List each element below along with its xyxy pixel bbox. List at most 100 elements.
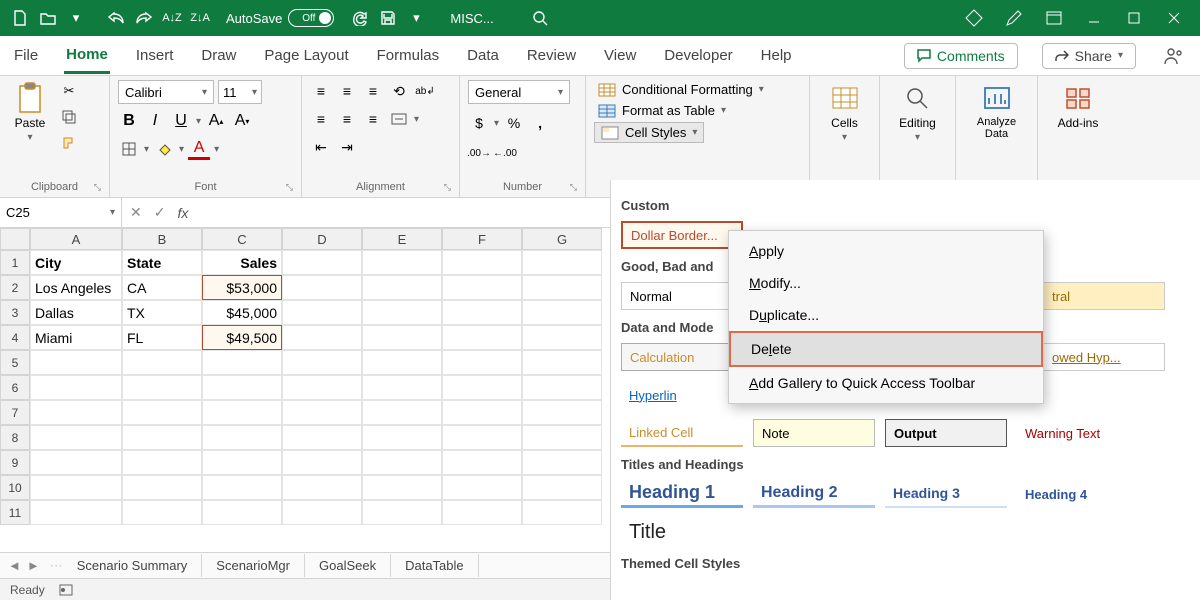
cell[interactable] <box>522 300 602 325</box>
cell[interactable] <box>282 400 362 425</box>
cell[interactable] <box>362 425 442 450</box>
cells-button[interactable]: Cells▾ <box>823 80 867 145</box>
cell[interactable] <box>522 425 602 450</box>
wrap-text-icon[interactable]: ab↲ <box>414 80 436 102</box>
cell[interactable] <box>282 500 362 525</box>
cell[interactable] <box>362 400 442 425</box>
undo-icon[interactable] <box>104 6 128 30</box>
cell[interactable] <box>442 475 522 500</box>
minimize-icon[interactable] <box>1076 0 1112 36</box>
row-header[interactable]: 6 <box>0 375 30 400</box>
row-header[interactable]: 10 <box>0 475 30 500</box>
tab-page-layout[interactable]: Page Layout <box>262 39 350 72</box>
cell[interactable] <box>522 475 602 500</box>
style-calculation[interactable]: Calculation <box>621 343 743 371</box>
tab-data[interactable]: Data <box>465 39 501 72</box>
sheet-tab[interactable]: GoalSeek <box>305 554 391 577</box>
format-painter-icon[interactable] <box>58 132 80 154</box>
cell[interactable] <box>30 450 122 475</box>
cell[interactable]: City <box>30 250 122 275</box>
col-header[interactable]: F <box>442 228 522 250</box>
style-note[interactable]: Note <box>753 419 875 447</box>
pencil-icon[interactable] <box>996 0 1032 36</box>
cell[interactable] <box>202 475 282 500</box>
cell[interactable] <box>202 500 282 525</box>
ribbon-display-icon[interactable] <box>1036 0 1072 36</box>
cell[interactable] <box>442 375 522 400</box>
align-right-icon[interactable]: ≡ <box>362 108 384 130</box>
refresh-icon[interactable] <box>348 6 372 30</box>
cell[interactable] <box>442 300 522 325</box>
enter-icon[interactable]: ✓ <box>154 204 166 221</box>
align-top-icon[interactable]: ≡ <box>310 80 332 102</box>
cell-styles-button[interactable]: Cell Styles▾ <box>594 122 704 143</box>
cell[interactable] <box>442 500 522 525</box>
cell[interactable] <box>442 275 522 300</box>
cell[interactable] <box>30 475 122 500</box>
borders-icon[interactable] <box>118 138 140 160</box>
cell[interactable] <box>202 350 282 375</box>
save-icon[interactable] <box>376 6 400 30</box>
style-warning[interactable]: Warning Text <box>1017 419 1139 447</box>
cell[interactable] <box>362 350 442 375</box>
cell[interactable]: Miami <box>30 325 122 350</box>
cell[interactable] <box>282 350 362 375</box>
row-header[interactable]: 1 <box>0 250 30 275</box>
launcher-icon[interactable]: ⤡ <box>570 182 577 193</box>
conditional-formatting-button[interactable]: Conditional Formatting▾ <box>594 80 768 99</box>
analyze-data-button[interactable]: Analyze Data <box>964 80 1029 142</box>
row-header[interactable]: 7 <box>0 400 30 425</box>
col-header[interactable]: G <box>522 228 602 250</box>
cell[interactable] <box>442 400 522 425</box>
style-heading2[interactable]: Heading 2 <box>753 480 875 508</box>
cell[interactable] <box>202 375 282 400</box>
new-file-icon[interactable] <box>8 6 32 30</box>
cell[interactable] <box>282 300 362 325</box>
cell[interactable] <box>522 375 602 400</box>
cell[interactable] <box>522 350 602 375</box>
underline-button[interactable]: U <box>170 110 192 132</box>
col-header[interactable]: D <box>282 228 362 250</box>
search-icon[interactable] <box>528 6 552 30</box>
inc-decimal-icon[interactable]: .00→ <box>468 142 490 164</box>
align-left-icon[interactable]: ≡ <box>310 108 332 130</box>
tab-file[interactable]: File <box>12 39 40 72</box>
cell[interactable] <box>282 375 362 400</box>
cell[interactable] <box>442 450 522 475</box>
qat-dropdown-icon[interactable]: ▾ <box>64 6 88 30</box>
comma-icon[interactable]: , <box>529 112 551 134</box>
addins-button[interactable]: Add-ins <box>1052 80 1105 132</box>
tab-formulas[interactable]: Formulas <box>375 39 442 72</box>
cell[interactable] <box>30 375 122 400</box>
cell[interactable] <box>122 375 202 400</box>
autosave[interactable]: AutoSave Off <box>226 9 334 27</box>
row-header[interactable]: 5 <box>0 350 30 375</box>
cancel-icon[interactable]: ✕ <box>130 204 142 221</box>
cell[interactable] <box>362 450 442 475</box>
style-neutral[interactable]: tral <box>1043 282 1165 310</box>
style-title[interactable]: Title <box>621 518 671 546</box>
redo-icon[interactable] <box>132 6 156 30</box>
cell[interactable] <box>522 275 602 300</box>
style-hyperlink[interactable]: Hyperlin <box>621 381 681 409</box>
tab-help[interactable]: Help <box>759 39 794 72</box>
cell[interactable] <box>362 475 442 500</box>
align-center-icon[interactable]: ≡ <box>336 108 358 130</box>
cell[interactable]: Sales <box>202 250 282 275</box>
cell[interactable] <box>362 375 442 400</box>
style-heading4[interactable]: Heading 4 <box>1017 480 1139 508</box>
maximize-icon[interactable] <box>1116 0 1152 36</box>
cell[interactable] <box>202 450 282 475</box>
cell[interactable] <box>282 475 362 500</box>
col-header[interactable]: B <box>122 228 202 250</box>
row-header[interactable]: 9 <box>0 450 30 475</box>
ctx-delete[interactable]: Delete <box>729 331 1043 367</box>
cell[interactable] <box>362 275 442 300</box>
row-header[interactable]: 3 <box>0 300 30 325</box>
launcher-icon[interactable]: ⤡ <box>286 182 293 193</box>
cell[interactable] <box>282 325 362 350</box>
sort-asc-icon[interactable]: A↓Z <box>160 6 184 30</box>
col-header[interactable]: C <box>202 228 282 250</box>
number-format-combo[interactable]: General▾ <box>468 80 570 104</box>
style-heading1[interactable]: Heading 1 <box>621 480 743 508</box>
